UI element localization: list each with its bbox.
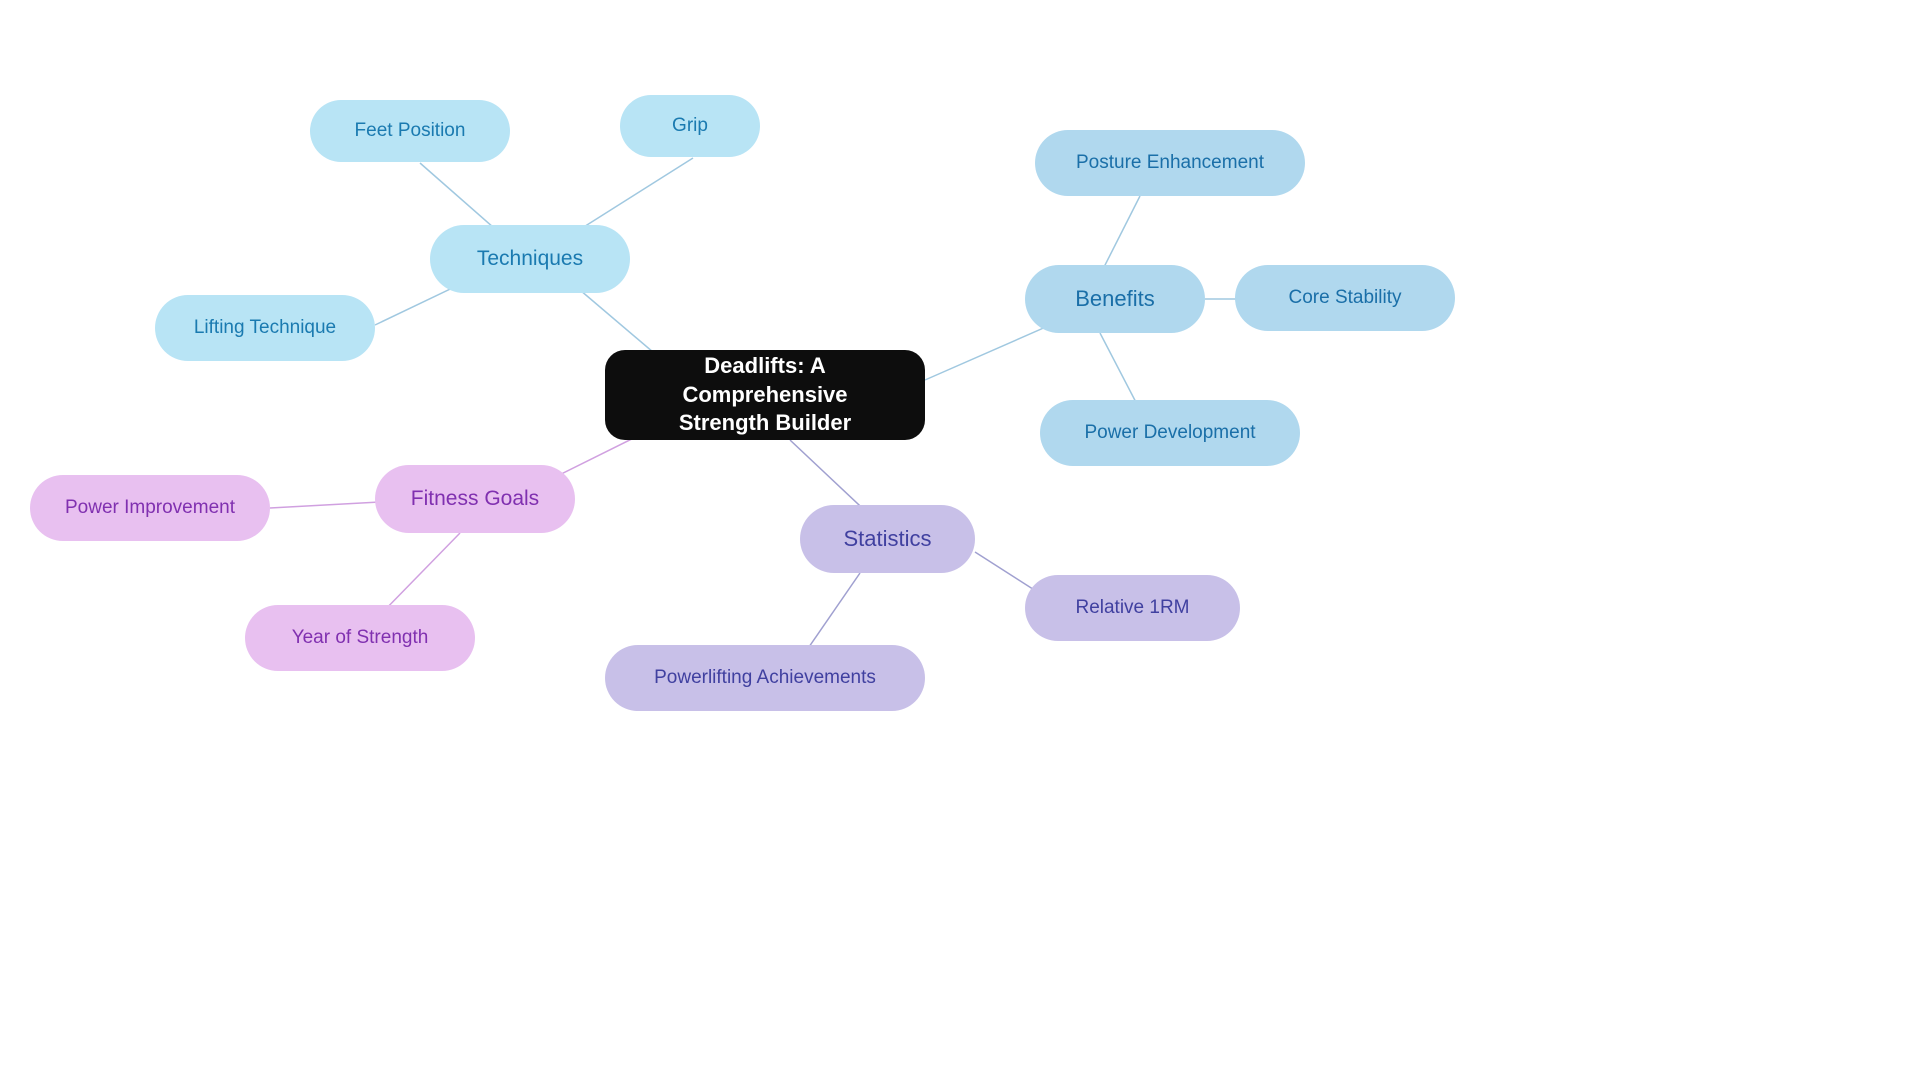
statistics-node[interactable]: Statistics bbox=[800, 505, 975, 573]
feet-position-label: Feet Position bbox=[355, 120, 466, 142]
relative-1rm-label: Relative 1RM bbox=[1075, 597, 1189, 619]
center-node[interactable]: Deadlifts: A Comprehensive Strength Buil… bbox=[605, 350, 925, 440]
grip-label: Grip bbox=[672, 115, 708, 137]
center-label: Deadlifts: A Comprehensive Strength Buil… bbox=[625, 352, 905, 438]
posture-enhancement-label: Posture Enhancement bbox=[1076, 152, 1264, 174]
benefits-node[interactable]: Benefits bbox=[1025, 265, 1205, 333]
grip-node[interactable]: Grip bbox=[620, 95, 760, 157]
powerlifting-achievements-node[interactable]: Powerlifting Achievements bbox=[605, 645, 925, 711]
feet-position-node[interactable]: Feet Position bbox=[310, 100, 510, 162]
power-improvement-node[interactable]: Power Improvement bbox=[30, 475, 270, 541]
techniques-label: Techniques bbox=[477, 247, 583, 271]
relative-1rm-node[interactable]: Relative 1RM bbox=[1025, 575, 1240, 641]
techniques-node[interactable]: Techniques bbox=[430, 225, 630, 293]
powerlifting-achievements-label: Powerlifting Achievements bbox=[654, 667, 876, 689]
power-development-node[interactable]: Power Development bbox=[1040, 400, 1300, 466]
power-improvement-label: Power Improvement bbox=[65, 497, 235, 519]
posture-enhancement-node[interactable]: Posture Enhancement bbox=[1035, 130, 1305, 196]
statistics-label: Statistics bbox=[843, 526, 931, 552]
fitness-goals-label: Fitness Goals bbox=[411, 487, 539, 511]
fitness-goals-node[interactable]: Fitness Goals bbox=[375, 465, 575, 533]
core-stability-node[interactable]: Core Stability bbox=[1235, 265, 1455, 331]
year-of-strength-node[interactable]: Year of Strength bbox=[245, 605, 475, 671]
lifting-technique-node[interactable]: Lifting Technique bbox=[155, 295, 375, 361]
core-stability-label: Core Stability bbox=[1289, 287, 1402, 309]
benefits-label: Benefits bbox=[1075, 286, 1155, 312]
power-development-label: Power Development bbox=[1084, 422, 1255, 444]
lifting-technique-label: Lifting Technique bbox=[194, 317, 336, 339]
year-of-strength-label: Year of Strength bbox=[292, 627, 429, 649]
